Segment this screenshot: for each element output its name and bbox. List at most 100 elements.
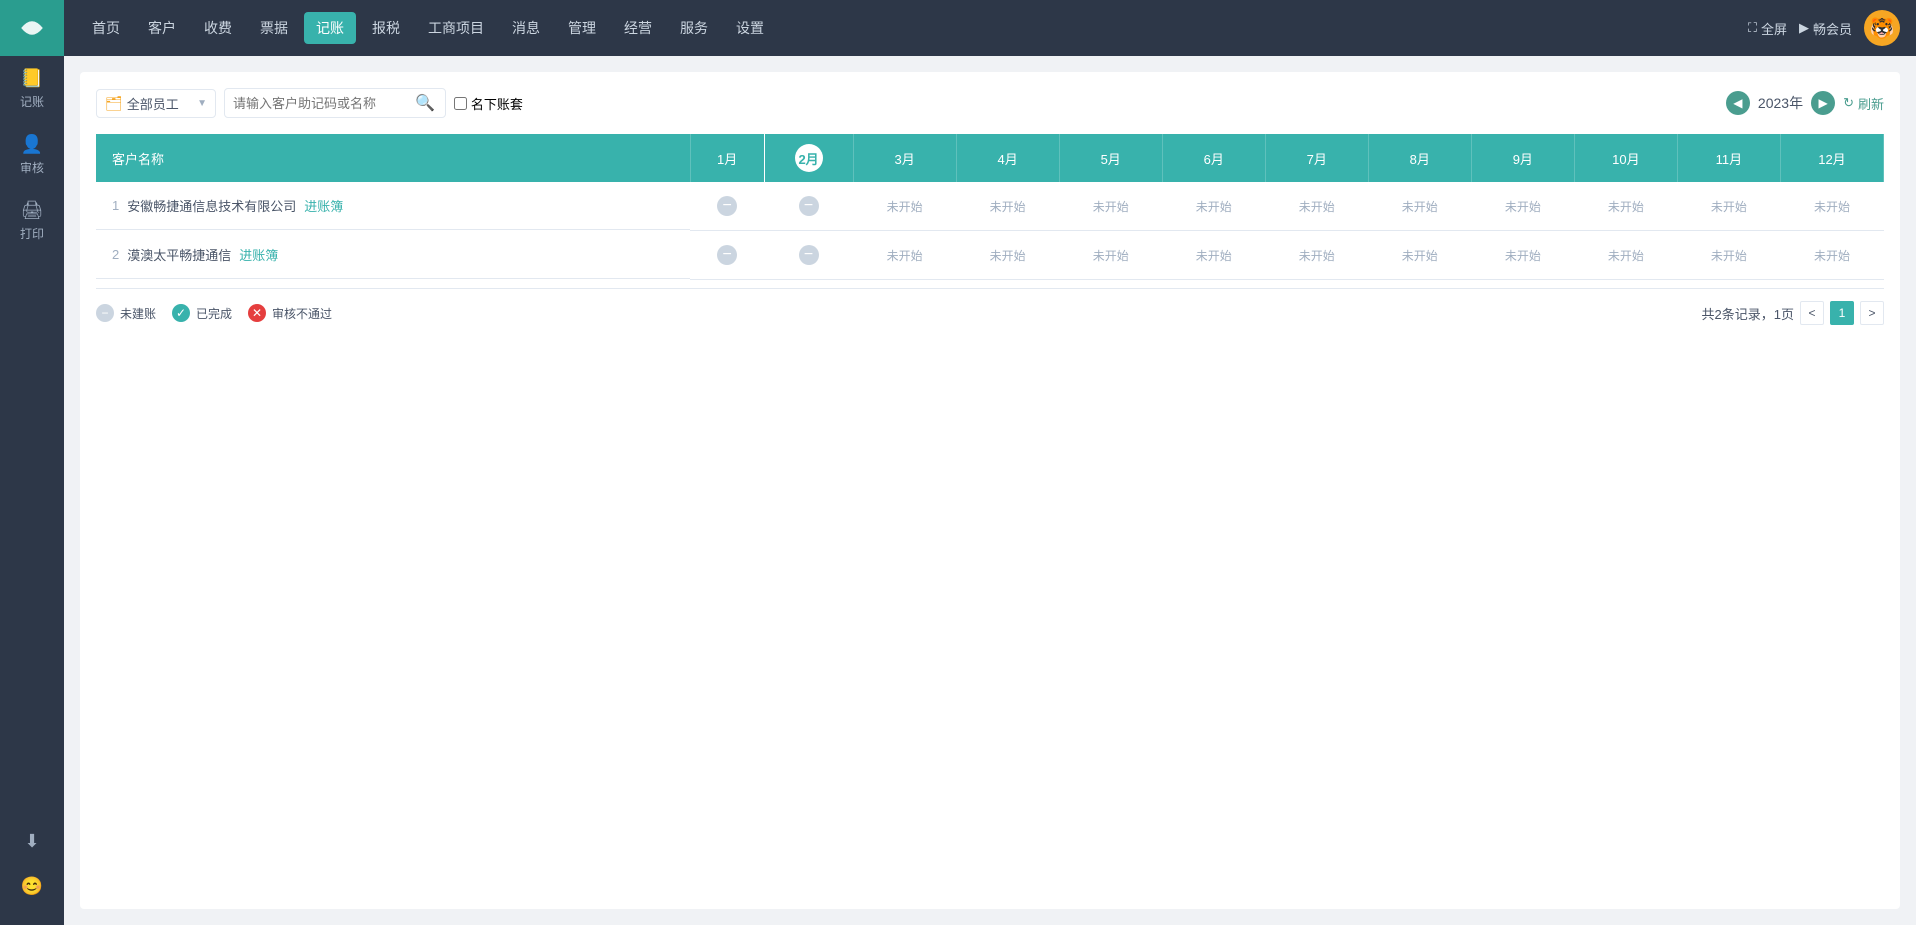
- sidebar-item-label: 记账: [20, 93, 44, 110]
- not-started-label: 未开始: [1471, 182, 1574, 231]
- not-started-label: 未开始: [1574, 231, 1677, 280]
- table-head: 客户名称 1月 2月 3月 4月 5月 6月 7月 8月 9月 10月 11月: [96, 134, 1884, 182]
- sidebar-item-print[interactable]: 🖨 打印: [0, 188, 64, 254]
- month-cell: −: [690, 182, 764, 231]
- prev-year-button[interactable]: ◀: [1726, 91, 1750, 115]
- nav-tax[interactable]: 报税: [360, 12, 412, 44]
- not-started-label: 未开始: [1677, 231, 1780, 280]
- nav-operation[interactable]: 经营: [612, 12, 664, 44]
- not-started-label: 未开始: [1162, 231, 1265, 280]
- row-number: 1: [112, 198, 119, 213]
- sidebar-item-audit[interactable]: 👤 审核: [0, 122, 64, 188]
- not-started-label: 未开始: [1265, 231, 1368, 280]
- next-year-button[interactable]: ▶: [1811, 91, 1835, 115]
- support-icon: 😊: [21, 876, 43, 897]
- not-started-label: 未开始: [1677, 182, 1780, 231]
- table-header-row: 客户名称 1月 2月 3月 4月 5月 6月 7月 8月 9月 10月 11月: [96, 134, 1884, 182]
- fullscreen-icon: ⛶: [1748, 20, 1757, 36]
- sidebar-item-download[interactable]: ⬇: [0, 819, 64, 864]
- toolbar: 🗂 全部员工 ▼ 🔍 名下账套 ◀ 2023年 ▶: [96, 88, 1884, 118]
- prev-page-button[interactable]: <: [1800, 301, 1824, 325]
- legend-rejected: ✕ 审核不通过: [248, 304, 332, 322]
- not-started-label: 未开始: [853, 231, 956, 280]
- not-started-label: 未开始: [1368, 231, 1471, 280]
- sidebar-logo: [0, 0, 64, 56]
- employee-select[interactable]: 🗂 全部员工 ▼: [96, 89, 216, 118]
- not-started-label: 未开始: [853, 182, 956, 231]
- legend-completed-icon: ✓: [172, 304, 190, 322]
- table-row: 2漠澳太平畅捷通信进账簿−−未开始未开始未开始未开始未开始未开始未开始未开始未开…: [96, 231, 1884, 280]
- nav-service[interactable]: 服务: [668, 12, 720, 44]
- th-m7: 7月: [1265, 134, 1368, 182]
- next-page-button[interactable]: >: [1860, 301, 1884, 325]
- data-table: 客户名称 1月 2月 3月 4月 5月 6月 7月 8月 9月 10月 11月: [96, 134, 1884, 280]
- not-started-label: 未开始: [1780, 231, 1883, 280]
- nav-billing[interactable]: 收费: [192, 12, 244, 44]
- th-m2: 2月: [764, 134, 853, 182]
- dash-icon: −: [799, 245, 819, 265]
- main-area: 首页 客户 收费 票据 记账 报税 工商项目 消息 管理 经营 服务 设置 ⛶ …: [64, 0, 1916, 925]
- not-started-label: 未开始: [1368, 182, 1471, 231]
- th-m10: 10月: [1574, 134, 1677, 182]
- legend-rejected-icon: ✕: [248, 304, 266, 322]
- dash-icon: −: [799, 196, 819, 216]
- ledger-icon: 📒: [21, 68, 43, 89]
- client-cell: 1 安徽畅捷通信息技术有限公司进账簿: [96, 182, 690, 230]
- nav-invoice[interactable]: 票据: [248, 12, 300, 44]
- not-started-label: 未开始: [956, 182, 1059, 231]
- sidebar-item-label: 审核: [20, 159, 44, 176]
- month-cell: −: [690, 231, 764, 280]
- avatar[interactable]: 🐯: [1864, 10, 1900, 46]
- th-m12: 12月: [1780, 134, 1883, 182]
- month-cell: −: [764, 231, 853, 280]
- nav-message[interactable]: 消息: [500, 12, 552, 44]
- total-records: 共2条记录，1页: [1702, 304, 1794, 323]
- search-box: 🔍: [224, 88, 446, 118]
- client-name: 漠澳太平畅捷通信: [127, 245, 231, 264]
- main-card: 🗂 全部员工 ▼ 🔍 名下账套 ◀ 2023年 ▶: [80, 72, 1900, 909]
- client-cell: 2 漠澳太平畅捷通信进账簿: [96, 231, 690, 279]
- not-started-label: 未开始: [1471, 231, 1574, 280]
- nav-manage[interactable]: 管理: [556, 12, 608, 44]
- member-button[interactable]: ▶ 畅会员: [1799, 19, 1852, 38]
- th-m3: 3月: [853, 134, 956, 182]
- th-client: 客户名称: [96, 134, 690, 182]
- nav-home[interactable]: 首页: [80, 12, 132, 44]
- dash-icon: −: [717, 245, 737, 265]
- legend-not-built: − 未建账: [96, 304, 156, 322]
- topnav: 首页 客户 收费 票据 记账 报税 工商项目 消息 管理 经营 服务 设置 ⛶ …: [64, 0, 1916, 56]
- client-name: 安徽畅捷通信息技术有限公司: [127, 196, 296, 215]
- refresh-button[interactable]: ↻ 刷新: [1843, 94, 1884, 113]
- sidebar-item-support[interactable]: 😊: [0, 864, 64, 909]
- not-started-label: 未开始: [1162, 182, 1265, 231]
- fullscreen-button[interactable]: ⛶ 全屏: [1748, 19, 1787, 38]
- row-number: 2: [112, 247, 119, 262]
- topnav-right: ⛶ 全屏 ▶ 畅会员 🐯: [1748, 10, 1900, 46]
- enter-ledger-button[interactable]: 进账簿: [239, 245, 278, 264]
- page-1-button[interactable]: 1: [1830, 301, 1854, 325]
- sidebar-item-ledger[interactable]: 📒 记账: [0, 56, 64, 122]
- print-icon: 🖨: [21, 200, 44, 221]
- download-icon: ⬇: [24, 831, 39, 852]
- nav-ledger[interactable]: 记账: [304, 12, 356, 44]
- nav-business[interactable]: 工商项目: [416, 12, 496, 44]
- checkbox-label[interactable]: 名下账套: [454, 94, 523, 113]
- search-button[interactable]: 🔍: [413, 93, 437, 113]
- not-started-label: 未开始: [1059, 231, 1162, 280]
- th-m6: 6月: [1162, 134, 1265, 182]
- sidebar-bottom: ⬇ 😊: [0, 819, 64, 925]
- sidebar-item-label: 打印: [20, 225, 44, 242]
- employee-icon: 🗂: [105, 95, 123, 112]
- member-icon: ▶: [1799, 20, 1809, 36]
- th-m8: 8月: [1368, 134, 1471, 182]
- th-m4: 4月: [956, 134, 1059, 182]
- table-footer: − 未建账 ✓ 已完成 ✕ 审核不通过 共2条记录，1页 < 1 >: [96, 288, 1884, 325]
- nav-client[interactable]: 客户: [136, 12, 188, 44]
- nav-settings[interactable]: 设置: [724, 12, 776, 44]
- checkbox-input[interactable]: [454, 97, 467, 110]
- year-nav: ◀ 2023年 ▶: [1726, 91, 1835, 115]
- th-m11: 11月: [1677, 134, 1780, 182]
- dash-icon: −: [717, 196, 737, 216]
- enter-ledger-button[interactable]: 进账簿: [304, 196, 343, 215]
- search-input[interactable]: [233, 96, 409, 111]
